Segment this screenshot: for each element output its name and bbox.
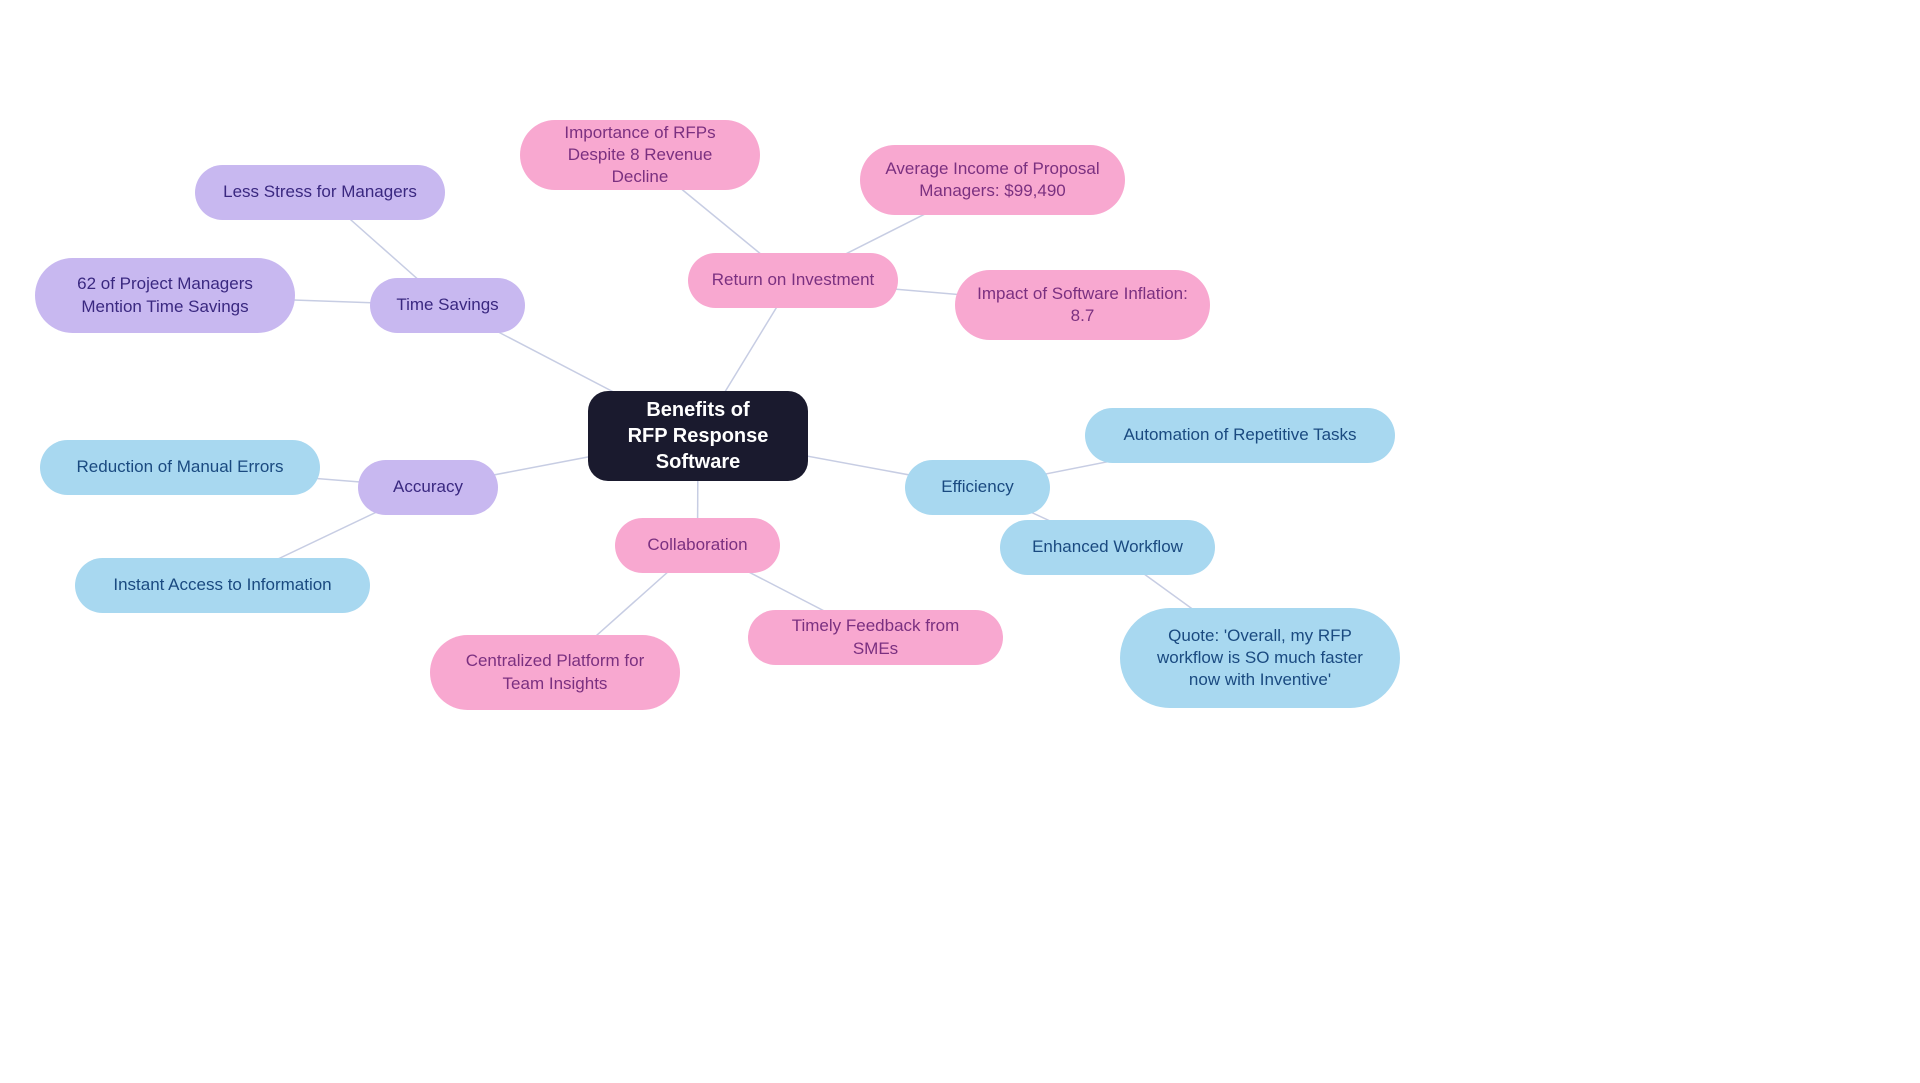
center-node: Benefits of RFP Response Software — [588, 391, 808, 481]
project-managers-node: 62 of Project Managers Mention Time Savi… — [35, 258, 295, 333]
accuracy-node: Accuracy — [358, 460, 498, 515]
timely-feedback-node: Timely Feedback from SMEs — [748, 610, 1003, 665]
less-stress-node: Less Stress for Managers — [195, 165, 445, 220]
centralized-platform-node: Centralized Platform for Team Insights — [430, 635, 680, 710]
importance-rfp-node: Importance of RFPs Despite 8 Revenue Dec… — [520, 120, 760, 190]
automation-node: Automation of Repetitive Tasks — [1085, 408, 1395, 463]
return-on-investment-node: Return on Investment — [688, 253, 898, 308]
enhanced-workflow-node: Enhanced Workflow — [1000, 520, 1215, 575]
collaboration-node: Collaboration — [615, 518, 780, 573]
reduction-errors-node: Reduction of Manual Errors — [40, 440, 320, 495]
instant-access-node: Instant Access to Information — [75, 558, 370, 613]
average-income-node: Average Income of Proposal Managers: $99… — [860, 145, 1125, 215]
software-inflation-node: Impact of Software Inflation: 8.7 — [955, 270, 1210, 340]
quote-node: Quote: 'Overall, my RFP workflow is SO m… — [1120, 608, 1400, 708]
time-savings-node: Time Savings — [370, 278, 525, 333]
efficiency-node: Efficiency — [905, 460, 1050, 515]
mindmap-container: Benefits of RFP Response Software Time S… — [0, 0, 1920, 1083]
